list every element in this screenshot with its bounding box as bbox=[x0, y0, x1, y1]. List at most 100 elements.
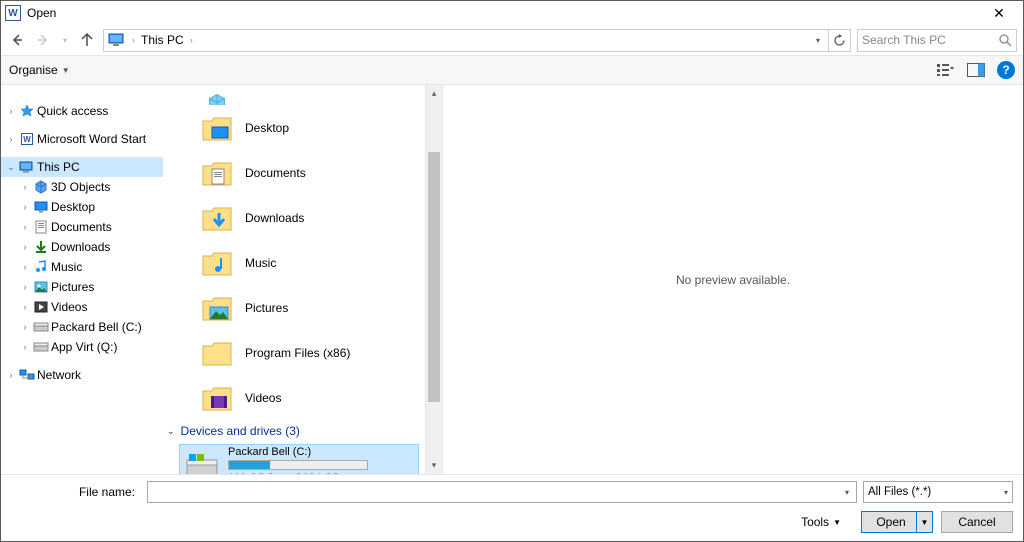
preview-text: No preview available. bbox=[676, 273, 790, 287]
address-bar[interactable]: › This PC › ▾ bbox=[103, 29, 829, 52]
address-dropdown-button[interactable]: ▾ bbox=[812, 36, 824, 45]
vertical-scrollbar[interactable]: ▴ ▾ bbox=[425, 85, 442, 474]
tree-drive-c[interactable]: ›Packard Bell (C:) bbox=[1, 317, 163, 337]
scroll-down-button[interactable]: ▾ bbox=[426, 457, 442, 474]
chevron-down-icon: ▾ bbox=[1004, 488, 1008, 497]
refresh-icon bbox=[833, 34, 846, 47]
tree-documents[interactable]: ›Documents bbox=[1, 217, 163, 237]
drive-usage-bar bbox=[228, 460, 368, 470]
drive-icon bbox=[33, 339, 49, 355]
videos-icon bbox=[33, 299, 49, 315]
tree-desktop[interactable]: ›Desktop bbox=[1, 197, 163, 217]
up-button[interactable] bbox=[77, 30, 97, 50]
word-icon: W bbox=[19, 131, 35, 147]
tree-label: Downloads bbox=[51, 240, 110, 254]
view-options-button[interactable] bbox=[937, 61, 955, 79]
toolbar: Organise ▼ ? bbox=[1, 55, 1023, 85]
tree-quick-access[interactable]: › Quick access bbox=[1, 101, 163, 121]
help-button[interactable]: ? bbox=[997, 61, 1015, 79]
list-item[interactable] bbox=[199, 85, 425, 105]
breadcrumb-this-pc[interactable]: This PC bbox=[141, 33, 184, 47]
tree-pictures[interactable]: ›Pictures bbox=[1, 277, 163, 297]
tree-3d-objects[interactable]: ›3D Objects bbox=[1, 177, 163, 197]
organise-menu[interactable]: Organise ▼ bbox=[9, 63, 70, 77]
arrow-left-icon bbox=[10, 33, 24, 47]
pictures-folder-icon bbox=[199, 292, 235, 324]
tree-label: Pictures bbox=[51, 280, 94, 294]
tools-label: Tools bbox=[801, 515, 829, 529]
filename-dropdown-button[interactable]: ▾ bbox=[838, 482, 856, 502]
tree-word-start[interactable]: › W Microsoft Word Start bbox=[1, 129, 163, 149]
list-item[interactable]: Music bbox=[199, 240, 425, 285]
arrow-right-icon bbox=[36, 33, 50, 47]
devices-group-header[interactable]: ⌄ Devices and drives (3) bbox=[163, 420, 425, 442]
preview-pane-button[interactable] bbox=[967, 61, 985, 79]
tree-music[interactable]: ›Music bbox=[1, 257, 163, 277]
tools-menu[interactable]: Tools ▼ bbox=[801, 515, 841, 529]
filter-label: All Files (*.*) bbox=[868, 486, 931, 498]
window-title: Open bbox=[27, 6, 56, 20]
tree-label: App Virt (Q:) bbox=[51, 340, 117, 354]
tree-label: Documents bbox=[51, 220, 112, 234]
drive-info: Packard Bell (C:) 199 GB free of 284 GB bbox=[228, 446, 368, 474]
tree-label: Microsoft Word Start bbox=[37, 132, 146, 146]
close-button[interactable]: ✕ bbox=[979, 5, 1019, 22]
filename-label: File name: bbox=[11, 485, 141, 499]
documents-folder-icon bbox=[199, 157, 235, 189]
tree-label: Packard Bell (C:) bbox=[51, 320, 142, 334]
file-pane: Desktop Documents Downloads bbox=[163, 85, 1023, 474]
drive-free-text: 199 GB free of 284 GB bbox=[228, 472, 368, 474]
dialog-body: › Quick access › W Microsoft Word Start … bbox=[1, 85, 1023, 474]
drive-item-c[interactable]: Packard Bell (C:) 199 GB free of 284 GB bbox=[179, 444, 419, 474]
tree-this-pc[interactable]: ⌄ This PC bbox=[1, 157, 163, 177]
list-item[interactable]: Videos bbox=[199, 375, 425, 420]
list-item[interactable]: Desktop bbox=[199, 105, 425, 150]
tree-label: 3D Objects bbox=[51, 180, 110, 194]
navigation-tree: › Quick access › W Microsoft Word Start … bbox=[1, 85, 163, 474]
open-button[interactable]: Open ▼ bbox=[861, 511, 933, 533]
recent-locations-button[interactable]: ▾ bbox=[59, 30, 71, 50]
group-label: Devices and drives (3) bbox=[181, 424, 300, 438]
tree-label: Videos bbox=[51, 300, 87, 314]
filetype-filter[interactable]: All Files (*.*) ▾ bbox=[863, 481, 1013, 503]
forward-button[interactable] bbox=[33, 30, 53, 50]
open-label: Open bbox=[876, 515, 905, 529]
downloads-icon bbox=[33, 239, 49, 255]
back-button[interactable] bbox=[7, 30, 27, 50]
network-icon bbox=[19, 367, 35, 383]
music-icon bbox=[33, 259, 49, 275]
downloads-folder-icon bbox=[199, 202, 235, 234]
collapse-icon[interactable]: ⌄ bbox=[5, 162, 17, 173]
file-list[interactable]: Desktop Documents Downloads bbox=[163, 85, 425, 474]
search-input[interactable]: Search This PC bbox=[857, 29, 1017, 52]
navigation-row: ▾ › This PC › ▾ Search This PC bbox=[1, 25, 1023, 55]
refresh-button[interactable] bbox=[829, 29, 851, 52]
tree-videos[interactable]: ›Videos bbox=[1, 297, 163, 317]
item-label: Desktop bbox=[245, 121, 289, 135]
search-icon bbox=[999, 34, 1012, 47]
expand-icon[interactable]: › bbox=[5, 106, 17, 116]
3d-objects-icon bbox=[199, 85, 235, 105]
list-item[interactable]: Pictures bbox=[199, 285, 425, 330]
3d-objects-icon bbox=[33, 179, 49, 195]
item-label: Pictures bbox=[245, 301, 288, 315]
item-label: Program Files (x86) bbox=[245, 346, 350, 360]
tree-label: Network bbox=[37, 368, 81, 382]
this-pc-icon bbox=[108, 33, 126, 47]
list-item[interactable]: Program Files (x86) bbox=[199, 330, 425, 375]
open-split-button[interactable]: ▼ bbox=[916, 512, 932, 532]
scroll-thumb[interactable] bbox=[428, 152, 440, 402]
expand-icon[interactable]: › bbox=[5, 370, 17, 380]
tree-network[interactable]: › Network bbox=[1, 365, 163, 385]
expand-icon[interactable]: › bbox=[5, 134, 17, 144]
cancel-button[interactable]: Cancel bbox=[941, 511, 1013, 533]
filename-input[interactable]: ▾ bbox=[147, 481, 857, 503]
tree-label: This PC bbox=[37, 160, 80, 174]
list-item[interactable]: Documents bbox=[199, 150, 425, 195]
chevron-down-icon: ▼ bbox=[62, 66, 70, 75]
scroll-up-button[interactable]: ▴ bbox=[426, 85, 442, 102]
list-item[interactable]: Downloads bbox=[199, 195, 425, 240]
scroll-track[interactable] bbox=[426, 102, 442, 457]
tree-drive-q[interactable]: ›App Virt (Q:) bbox=[1, 337, 163, 357]
tree-downloads[interactable]: ›Downloads bbox=[1, 237, 163, 257]
